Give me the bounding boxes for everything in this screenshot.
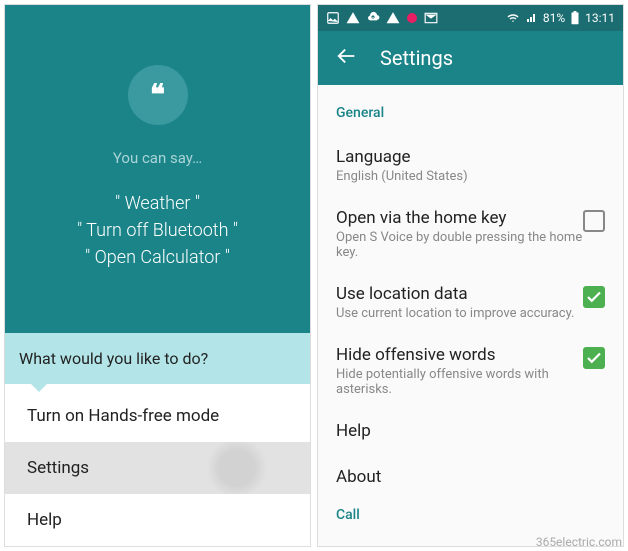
svoice-hero: ❝ You can say… " Weather " " Turn off Bl… [5, 5, 310, 333]
watermark: 365electric.com [536, 535, 622, 549]
example-phrase: " Turn off Bluetooth " [77, 220, 238, 241]
image-icon [326, 11, 340, 25]
settings-screen: 81% 13:11 Settings General Language Engl… [317, 4, 624, 547]
setting-about[interactable]: About [336, 455, 605, 501]
mic-shadow [202, 442, 272, 494]
setting-language[interactable]: Language English (United States) [336, 135, 605, 196]
wifi-icon [505, 12, 521, 24]
appbar-title: Settings [380, 46, 453, 70]
context-menu: Turn on Hands-free mode Settings Help [5, 384, 310, 546]
back-icon[interactable] [336, 45, 358, 71]
section-call: Call [336, 507, 605, 523]
prompt-text: What would you like to do? [19, 349, 208, 368]
quote-icon: ❝ [128, 65, 188, 125]
setting-help[interactable]: Help [336, 409, 605, 455]
setting-home-key[interactable]: Open via the home key Open S Voice by do… [336, 196, 605, 272]
prompt-bubble: What would you like to do? [5, 333, 310, 384]
menu-settings[interactable]: Settings [5, 442, 310, 494]
cloud-upload-icon [366, 11, 380, 25]
battery-percent: 81% [543, 11, 565, 25]
mail-icon [424, 11, 438, 25]
example-phrases: " Weather " " Turn off Bluetooth " " Ope… [77, 187, 238, 274]
status-bar: 81% 13:11 [318, 5, 623, 31]
example-phrase: " Weather " [77, 193, 238, 214]
checkbox-location[interactable] [583, 286, 605, 308]
section-general: General [336, 105, 605, 121]
settings-content[interactable]: General Language English (United States)… [318, 85, 623, 546]
menu-help[interactable]: Help [5, 494, 310, 546]
you-can-say-label: You can say… [113, 149, 202, 167]
example-phrase: " Open Calculator " [77, 247, 238, 268]
menu-handsfree[interactable]: Turn on Hands-free mode [5, 390, 310, 442]
signal-icon [526, 12, 538, 24]
appbar: Settings [318, 31, 623, 85]
checkbox-home-key[interactable] [583, 210, 605, 232]
battery-icon [570, 11, 580, 25]
badge-icon [406, 12, 418, 24]
warning-icon [346, 11, 360, 25]
setting-offensive[interactable]: Hide offensive words Hide potentially of… [336, 333, 605, 409]
clock: 13:11 [585, 11, 615, 25]
warning-icon [386, 11, 400, 25]
setting-location[interactable]: Use location data Use current location t… [336, 272, 605, 333]
checkbox-offensive[interactable] [583, 347, 605, 369]
svoice-screen: ❝ You can say… " Weather " " Turn off Bl… [4, 4, 311, 547]
